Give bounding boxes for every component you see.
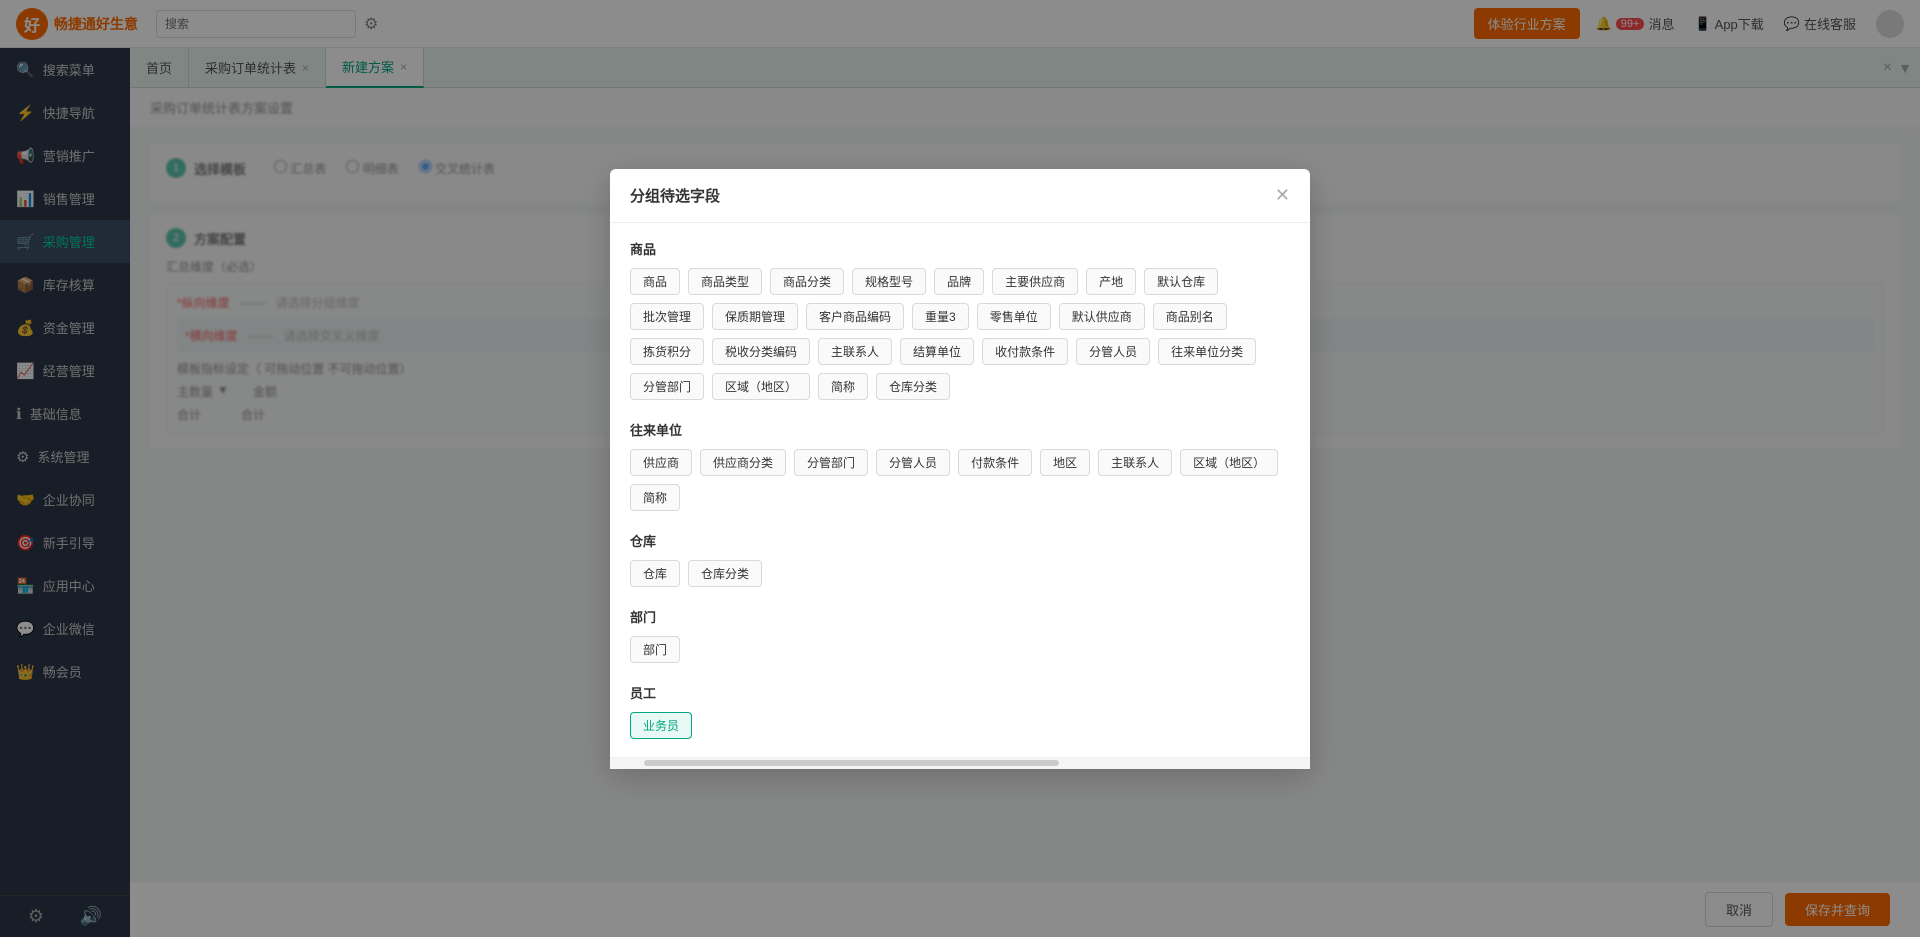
field-tag-employee[interactable]: 业务员: [630, 712, 692, 739]
modal-dialog: 分组待选字段 ✕ 商品 商品 商品类型 商品分类 规格型号 品牌 主要供应商 产…: [610, 169, 1310, 769]
field-tag[interactable]: 付款条件: [958, 449, 1032, 476]
field-tag[interactable]: 区域（地区）: [712, 373, 810, 400]
section-employee-fields: 业务员: [630, 712, 1290, 739]
section-employee: 员工 业务员: [630, 683, 1290, 739]
field-tag[interactable]: 主联系人: [1098, 449, 1172, 476]
field-tag[interactable]: 简称: [630, 484, 680, 511]
field-tag[interactable]: 往来单位分类: [1158, 338, 1256, 365]
field-tag[interactable]: 拣货积分: [630, 338, 704, 365]
field-tag[interactable]: 批次管理: [630, 303, 704, 330]
section-department-title: 部门: [630, 607, 1290, 626]
modal-header: 分组待选字段 ✕: [610, 169, 1310, 223]
field-tag[interactable]: 地区: [1040, 449, 1090, 476]
section-warehouse: 仓库 仓库 仓库分类: [630, 531, 1290, 587]
hscroll-thumb[interactable]: [644, 760, 1059, 766]
field-tag[interactable]: 主要供应商: [992, 268, 1078, 295]
field-tag[interactable]: 供应商: [630, 449, 692, 476]
field-tag[interactable]: 商品分类: [770, 268, 844, 295]
field-tag[interactable]: 商品: [630, 268, 680, 295]
field-tag[interactable]: 税收分类编码: [712, 338, 810, 365]
field-tag[interactable]: 品牌: [934, 268, 984, 295]
field-tag[interactable]: 分管人员: [1076, 338, 1150, 365]
modal-title: 分组待选字段: [630, 185, 720, 206]
field-tag[interactable]: 商品别名: [1153, 303, 1227, 330]
field-tag[interactable]: 分管部门: [794, 449, 868, 476]
field-tag[interactable]: 分管人员: [876, 449, 950, 476]
field-tag[interactable]: 规格型号: [852, 268, 926, 295]
field-tag[interactable]: 客户商品编码: [806, 303, 904, 330]
section-warehouse-fields: 仓库 仓库分类: [630, 560, 1290, 587]
field-tag[interactable]: 默认供应商: [1059, 303, 1145, 330]
field-tag[interactable]: 分管部门: [630, 373, 704, 400]
section-product: 商品 商品 商品类型 商品分类 规格型号 品牌 主要供应商 产地 默认仓库 批次…: [630, 239, 1290, 400]
modal-overlay: 分组待选字段 ✕ 商品 商品 商品类型 商品分类 规格型号 品牌 主要供应商 产…: [0, 0, 1920, 937]
field-tag[interactable]: 重量3: [912, 303, 969, 330]
field-tag[interactable]: 默认仓库: [1144, 268, 1218, 295]
section-partner: 往来单位 供应商 供应商分类 分管部门 分管人员 付款条件 地区 主联系人 区域…: [630, 420, 1290, 511]
field-tag[interactable]: 仓库分类: [688, 560, 762, 587]
section-department-fields: 部门: [630, 636, 1290, 663]
field-tag[interactable]: 保质期管理: [712, 303, 798, 330]
field-tag[interactable]: 结算单位: [900, 338, 974, 365]
field-tag[interactable]: 部门: [630, 636, 680, 663]
modal-hscroll[interactable]: _: [610, 757, 1310, 769]
field-tag[interactable]: 主联系人: [818, 338, 892, 365]
field-tag[interactable]: 收付款条件: [982, 338, 1068, 365]
field-tag[interactable]: 产地: [1086, 268, 1136, 295]
section-partner-fields: 供应商 供应商分类 分管部门 分管人员 付款条件 地区 主联系人 区域（地区） …: [630, 449, 1290, 511]
field-tag[interactable]: 仓库: [630, 560, 680, 587]
section-department: 部门 部门: [630, 607, 1290, 663]
field-tag[interactable]: 仓库分类: [876, 373, 950, 400]
field-tag[interactable]: 零售单位: [977, 303, 1051, 330]
field-tag[interactable]: 简称: [818, 373, 868, 400]
section-partner-title: 往来单位: [630, 420, 1290, 439]
section-product-fields: 商品 商品类型 商品分类 规格型号 品牌 主要供应商 产地 默认仓库 批次管理 …: [630, 268, 1290, 400]
section-employee-title: 员工: [630, 683, 1290, 702]
section-product-title: 商品: [630, 239, 1290, 258]
field-tag[interactable]: 供应商分类: [700, 449, 786, 476]
field-tag[interactable]: 区域（地区）: [1180, 449, 1278, 476]
modal-close-btn[interactable]: ✕: [1275, 185, 1290, 206]
field-tag[interactable]: 商品类型: [688, 268, 762, 295]
section-warehouse-title: 仓库: [630, 531, 1290, 550]
modal-body[interactable]: 商品 商品 商品类型 商品分类 规格型号 品牌 主要供应商 产地 默认仓库 批次…: [610, 223, 1310, 757]
